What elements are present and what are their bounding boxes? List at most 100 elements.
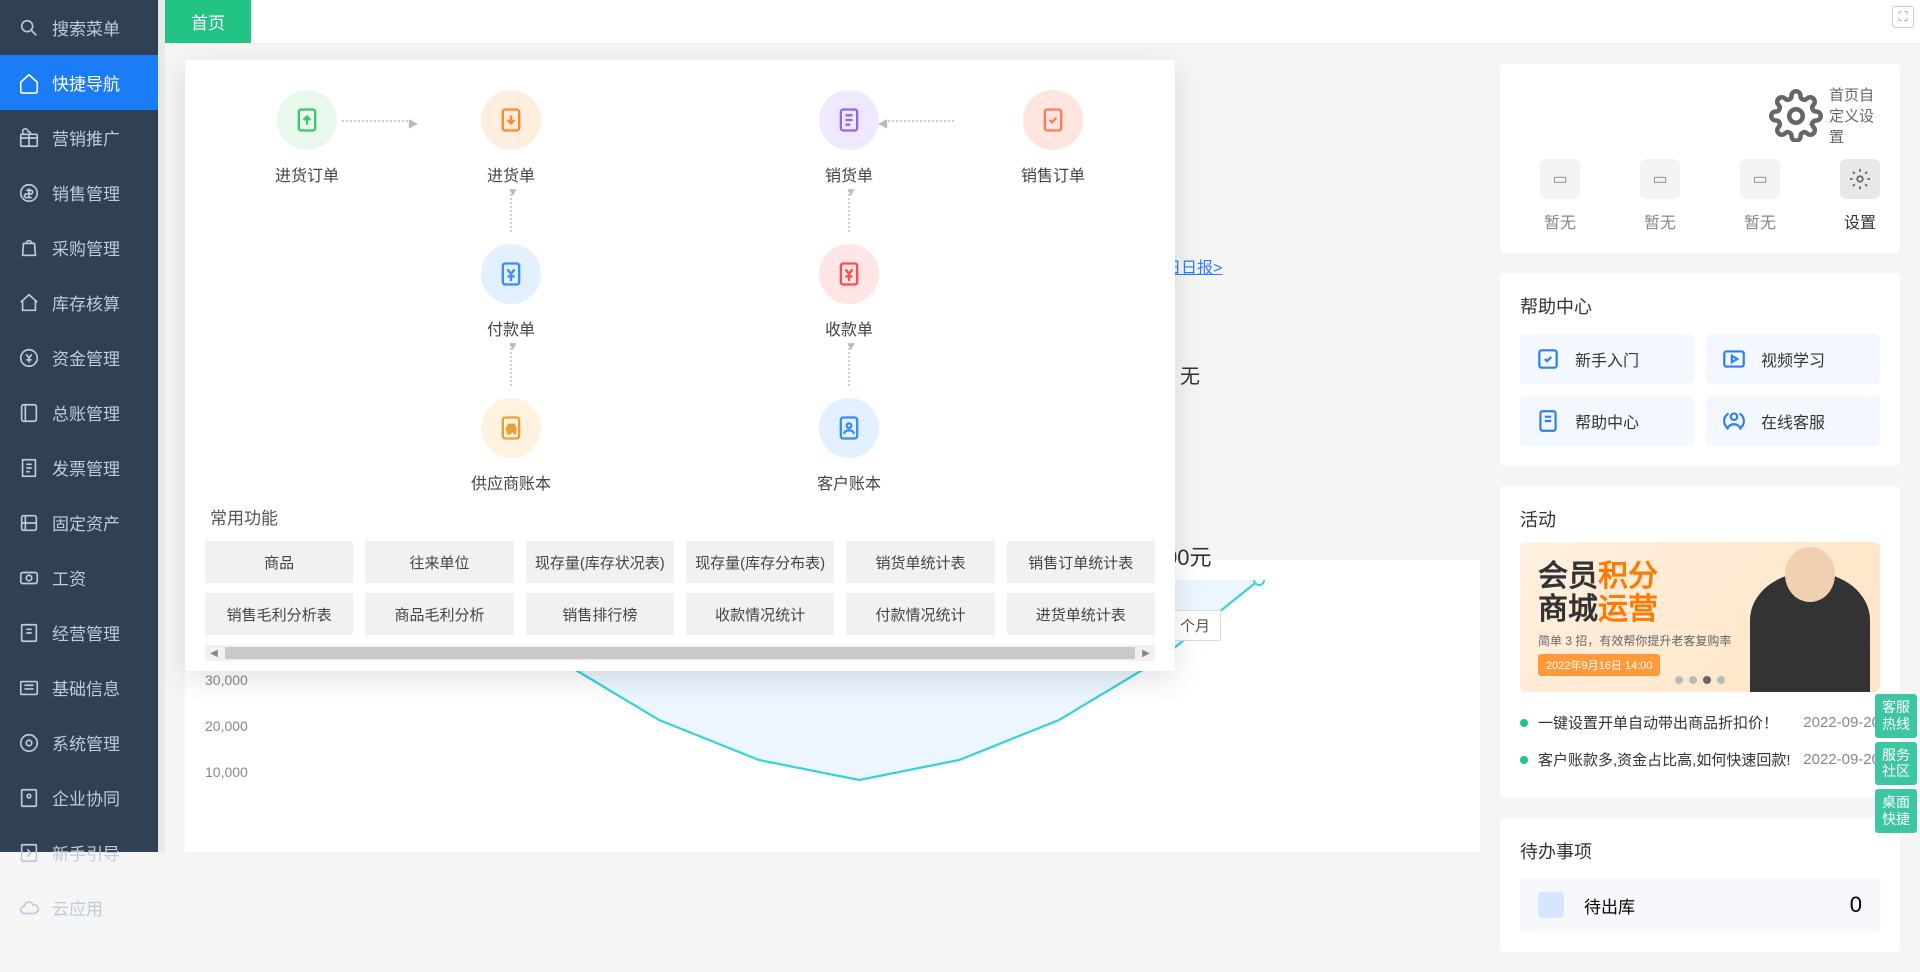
house-icon [18,292,40,314]
sidebar-item-9[interactable]: 固定资产 [0,495,165,550]
scroll-left-icon[interactable]: ◀ [205,648,223,659]
sidebar-item-13[interactable]: 系统管理 [0,715,165,770]
common-fn-button[interactable]: 销货单统计表 [846,541,994,583]
activity-banner[interactable]: 会员积分 商城运营 简单 3 招，有效帮你提升老客复购率 2022年9月16日 … [1520,542,1880,692]
gift-icon [18,127,40,149]
flow-purchase[interactable]: 进货单 ▼ [436,90,586,236]
common-fn-button[interactable]: 现存量(库存状况表) [526,541,674,583]
dollar-icon [18,182,40,204]
sidebar-item-14[interactable]: 企业协同 [0,770,165,825]
info-icon [18,677,40,699]
activity-title: 活动 [1520,506,1880,532]
quick-slot-2[interactable]: ▭暂无 [1640,159,1680,233]
common-fn-button[interactable]: 销售毛利分析表 [205,593,353,635]
carousel-dots[interactable] [1675,676,1725,684]
salary-icon [18,567,40,589]
common-fn-button[interactable]: 商品毛利分析 [365,593,513,635]
common-fn-button[interactable]: 进货单统计表 [1007,593,1155,635]
help-center-card: 帮助中心 新手入门视频学习帮助中心在线客服 [1500,273,1900,466]
todo-title: 待办事项 [1520,838,1880,864]
help-item-1[interactable]: 视频学习 [1706,334,1880,384]
y-tick: 10,000 [205,764,248,780]
common-fn-button[interactable]: 收款情况统计 [686,593,834,635]
quick-slot-settings[interactable]: 设置 [1840,159,1880,233]
doc-in-icon [293,106,321,134]
common-fn-button[interactable]: 付款情况统计 [846,593,994,635]
activity-card: 活动 会员积分 商城运营 简单 3 招，有效帮你提升老客复购率 2022年9月1… [1500,486,1900,798]
help-item-3[interactable]: 在线客服 [1706,396,1880,446]
person-image [1750,572,1870,692]
help-icon [1535,408,1561,434]
help-item-2[interactable]: 帮助中心 [1520,396,1694,446]
help-icon [1721,346,1747,372]
sidebar: 搜索菜单快捷导航营销推广销售管理采购管理库存核算资金管理总账管理发票管理固定资产… [0,0,165,852]
sidebar-item-6[interactable]: 资金管理 [0,330,165,385]
common-fn-button[interactable]: 往来单位 [365,541,513,583]
flow-payment[interactable]: 付款单 ▼ [436,244,586,390]
float-button-2[interactable]: 桌面快捷 [1875,789,1917,833]
fullscreen-icon[interactable]: ⛶ [1892,6,1914,28]
float-button-1[interactable]: 服务社区 [1875,742,1917,786]
quick-nav-panel: 进货订单 ▶ 进货单 ▼ 销货单 ◀ ▼ 销售订单 付款单 ▼ 收 [185,60,1175,671]
sidebar-item-11[interactable]: 经营管理 [0,605,165,660]
tab-bar: 首页 [165,0,1920,44]
bullet-icon [1520,756,1528,764]
todo-item[interactable]: 待出库 0 [1520,878,1880,932]
news-item-1[interactable]: 客户账款多,资金占比高,如何快速回款!2022-09-20 [1520,741,1880,778]
sidebar-item-3[interactable]: 销售管理 [0,165,165,220]
placeholder-icon: ▭ [1752,169,1767,189]
flow-purchase-order[interactable]: 进货订单 ▶ [232,90,382,186]
quick-slot-3[interactable]: ▭暂无 [1740,159,1780,233]
home-icon [18,72,40,94]
sidebar-item-label: 固定资产 [52,510,120,535]
sidebar-item-5[interactable]: 库存核算 [0,275,165,330]
sidebar-item-label: 库存核算 [52,290,120,315]
period-selector[interactable]: 个月 [1169,610,1221,641]
flow-sales[interactable]: 销货单 ◀ ▼ [774,90,924,236]
sidebar-item-label: 发票管理 [52,455,120,480]
float-button-0[interactable]: 客服热线 [1875,694,1917,738]
sidebar-item-label: 资金管理 [52,345,120,370]
sidebar-scrollbar[interactable] [158,0,165,852]
news-item-0[interactable]: 一键设置开单自动带出商品折扣价！2022-09-20 [1520,704,1880,741]
sidebar-item-8[interactable]: 发票管理 [0,440,165,495]
flow-sales-order[interactable]: 销售订单 [978,90,1128,186]
quick-settings-card: 首页自定义设置 ▭暂无 ▭暂无 ▭暂无 设置 [1500,64,1900,253]
biz-icon [18,622,40,644]
asset-icon [18,512,40,534]
quick-slot-1[interactable]: ▭暂无 [1540,159,1580,233]
sidebar-item-label: 系统管理 [52,730,120,755]
placeholder-icon: ▭ [1552,169,1567,189]
flow-supplier-ledger[interactable]: 供 供应商账本 [436,398,586,494]
sidebar-item-label: 采购管理 [52,235,120,260]
y-tick: 30,000 [205,672,248,688]
y-tick: 20,000 [205,718,248,734]
help-icon [1721,408,1747,434]
flow-receipt[interactable]: 收款单 ▼ [774,244,924,390]
home-customize-label: 首页自定义设置 [1829,84,1880,147]
scroll-right-icon[interactable]: ▶ [1137,648,1155,659]
overlay-horizontal-scrollbar[interactable]: ◀ ▶ [205,645,1155,661]
sidebar-item-2[interactable]: 营销推广 [0,110,165,165]
common-fn-button[interactable]: 商品 [205,541,353,583]
home-customize-link[interactable]: 首页自定义设置 [1769,84,1880,147]
sidebar-item-7[interactable]: 总账管理 [0,385,165,440]
sidebar-item-label: 搜索菜单 [52,15,120,40]
common-fn-button[interactable]: 销售排行榜 [526,593,674,635]
sidebar-item-10[interactable]: 工资 [0,550,165,605]
sidebar-item-4[interactable]: 采购管理 [0,220,165,275]
help-item-0[interactable]: 新手入门 [1520,334,1694,384]
tab-home[interactable]: 首页 [165,0,251,43]
bag-icon [18,237,40,259]
money-icon [18,347,40,369]
sidebar-item-12[interactable]: 基础信息 [0,660,165,715]
common-fn-button[interactable]: 销售订单统计表 [1007,541,1155,583]
sidebar-item-1[interactable]: 快捷导航 [0,55,165,110]
placeholder-icon: ▭ [1652,169,1667,189]
sidebar-item-label: 基础信息 [52,675,120,700]
customer-icon [835,414,863,442]
common-fn-button[interactable]: 现存量(库存分布表) [686,541,834,583]
flow-customer-ledger[interactable]: 客户账本 [774,398,924,494]
sidebar-item-0[interactable]: 搜索菜单 [0,0,165,55]
stat-fragment: 无 [1180,360,1200,389]
